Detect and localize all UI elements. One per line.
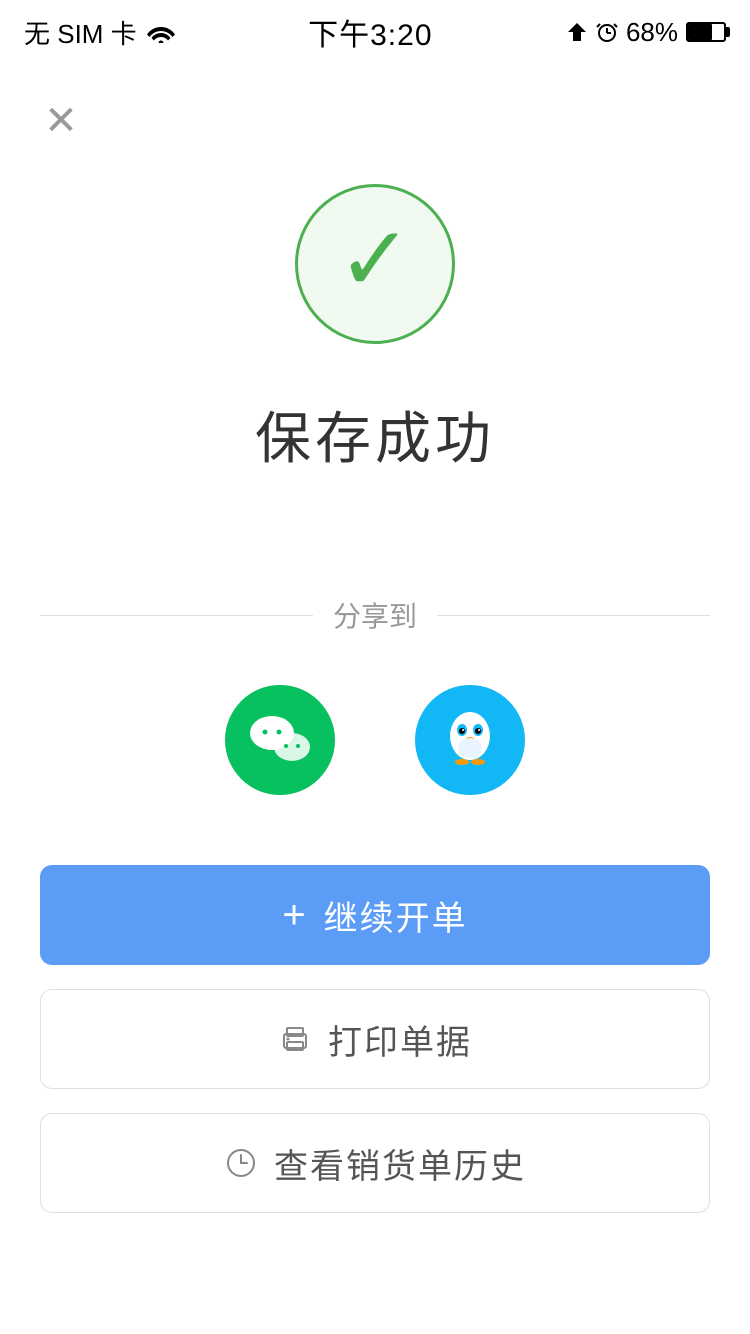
continue-order-button[interactable]: + 继续开单 [40, 865, 710, 965]
wechat-share-button[interactable] [225, 685, 335, 795]
divider-left [40, 615, 313, 616]
share-divider: 分享到 [40, 595, 710, 635]
action-buttons: + 继续开单 打印单据 [0, 865, 750, 1213]
battery-icon [686, 22, 726, 42]
sim-status: 无 SIM 卡 [24, 14, 137, 51]
print-icon [278, 1022, 312, 1056]
status-right: 68% [566, 17, 726, 48]
print-button[interactable]: 打印单据 [40, 989, 710, 1089]
main-content: ✕ ✓ 保存成功 分享到 [0, 64, 750, 1334]
success-title: 保存成功 [255, 394, 495, 475]
status-time: 下午3:20 [308, 10, 432, 54]
qq-share-button[interactable] [415, 685, 525, 795]
success-section: ✓ 保存成功 [0, 64, 750, 595]
qq-logo-icon [438, 704, 502, 776]
wechat-logo-icon [246, 711, 314, 769]
continue-order-label: 继续开单 [324, 891, 468, 940]
history-icon [224, 1146, 258, 1180]
history-label: 查看销货单历史 [274, 1139, 526, 1188]
close-icon: ✕ [44, 101, 78, 141]
success-circle: ✓ [295, 184, 455, 344]
plus-icon: + [282, 893, 307, 938]
wifi-icon [147, 21, 175, 43]
battery-percentage: 68% [626, 17, 678, 48]
divider-right [437, 615, 710, 616]
alarm-icon [596, 21, 618, 43]
share-icons [40, 685, 710, 795]
status-left: 无 SIM 卡 [24, 14, 175, 51]
close-button[interactable]: ✕ [36, 96, 86, 146]
print-label: 打印单据 [328, 1015, 472, 1064]
location-icon [566, 21, 588, 43]
share-label: 分享到 [333, 595, 417, 635]
history-button[interactable]: 查看销货单历史 [40, 1113, 710, 1213]
check-icon: ✓ [337, 215, 412, 305]
share-section: 分享到 [0, 595, 750, 795]
status-bar: 无 SIM 卡 下午3:20 68% [0, 0, 750, 64]
